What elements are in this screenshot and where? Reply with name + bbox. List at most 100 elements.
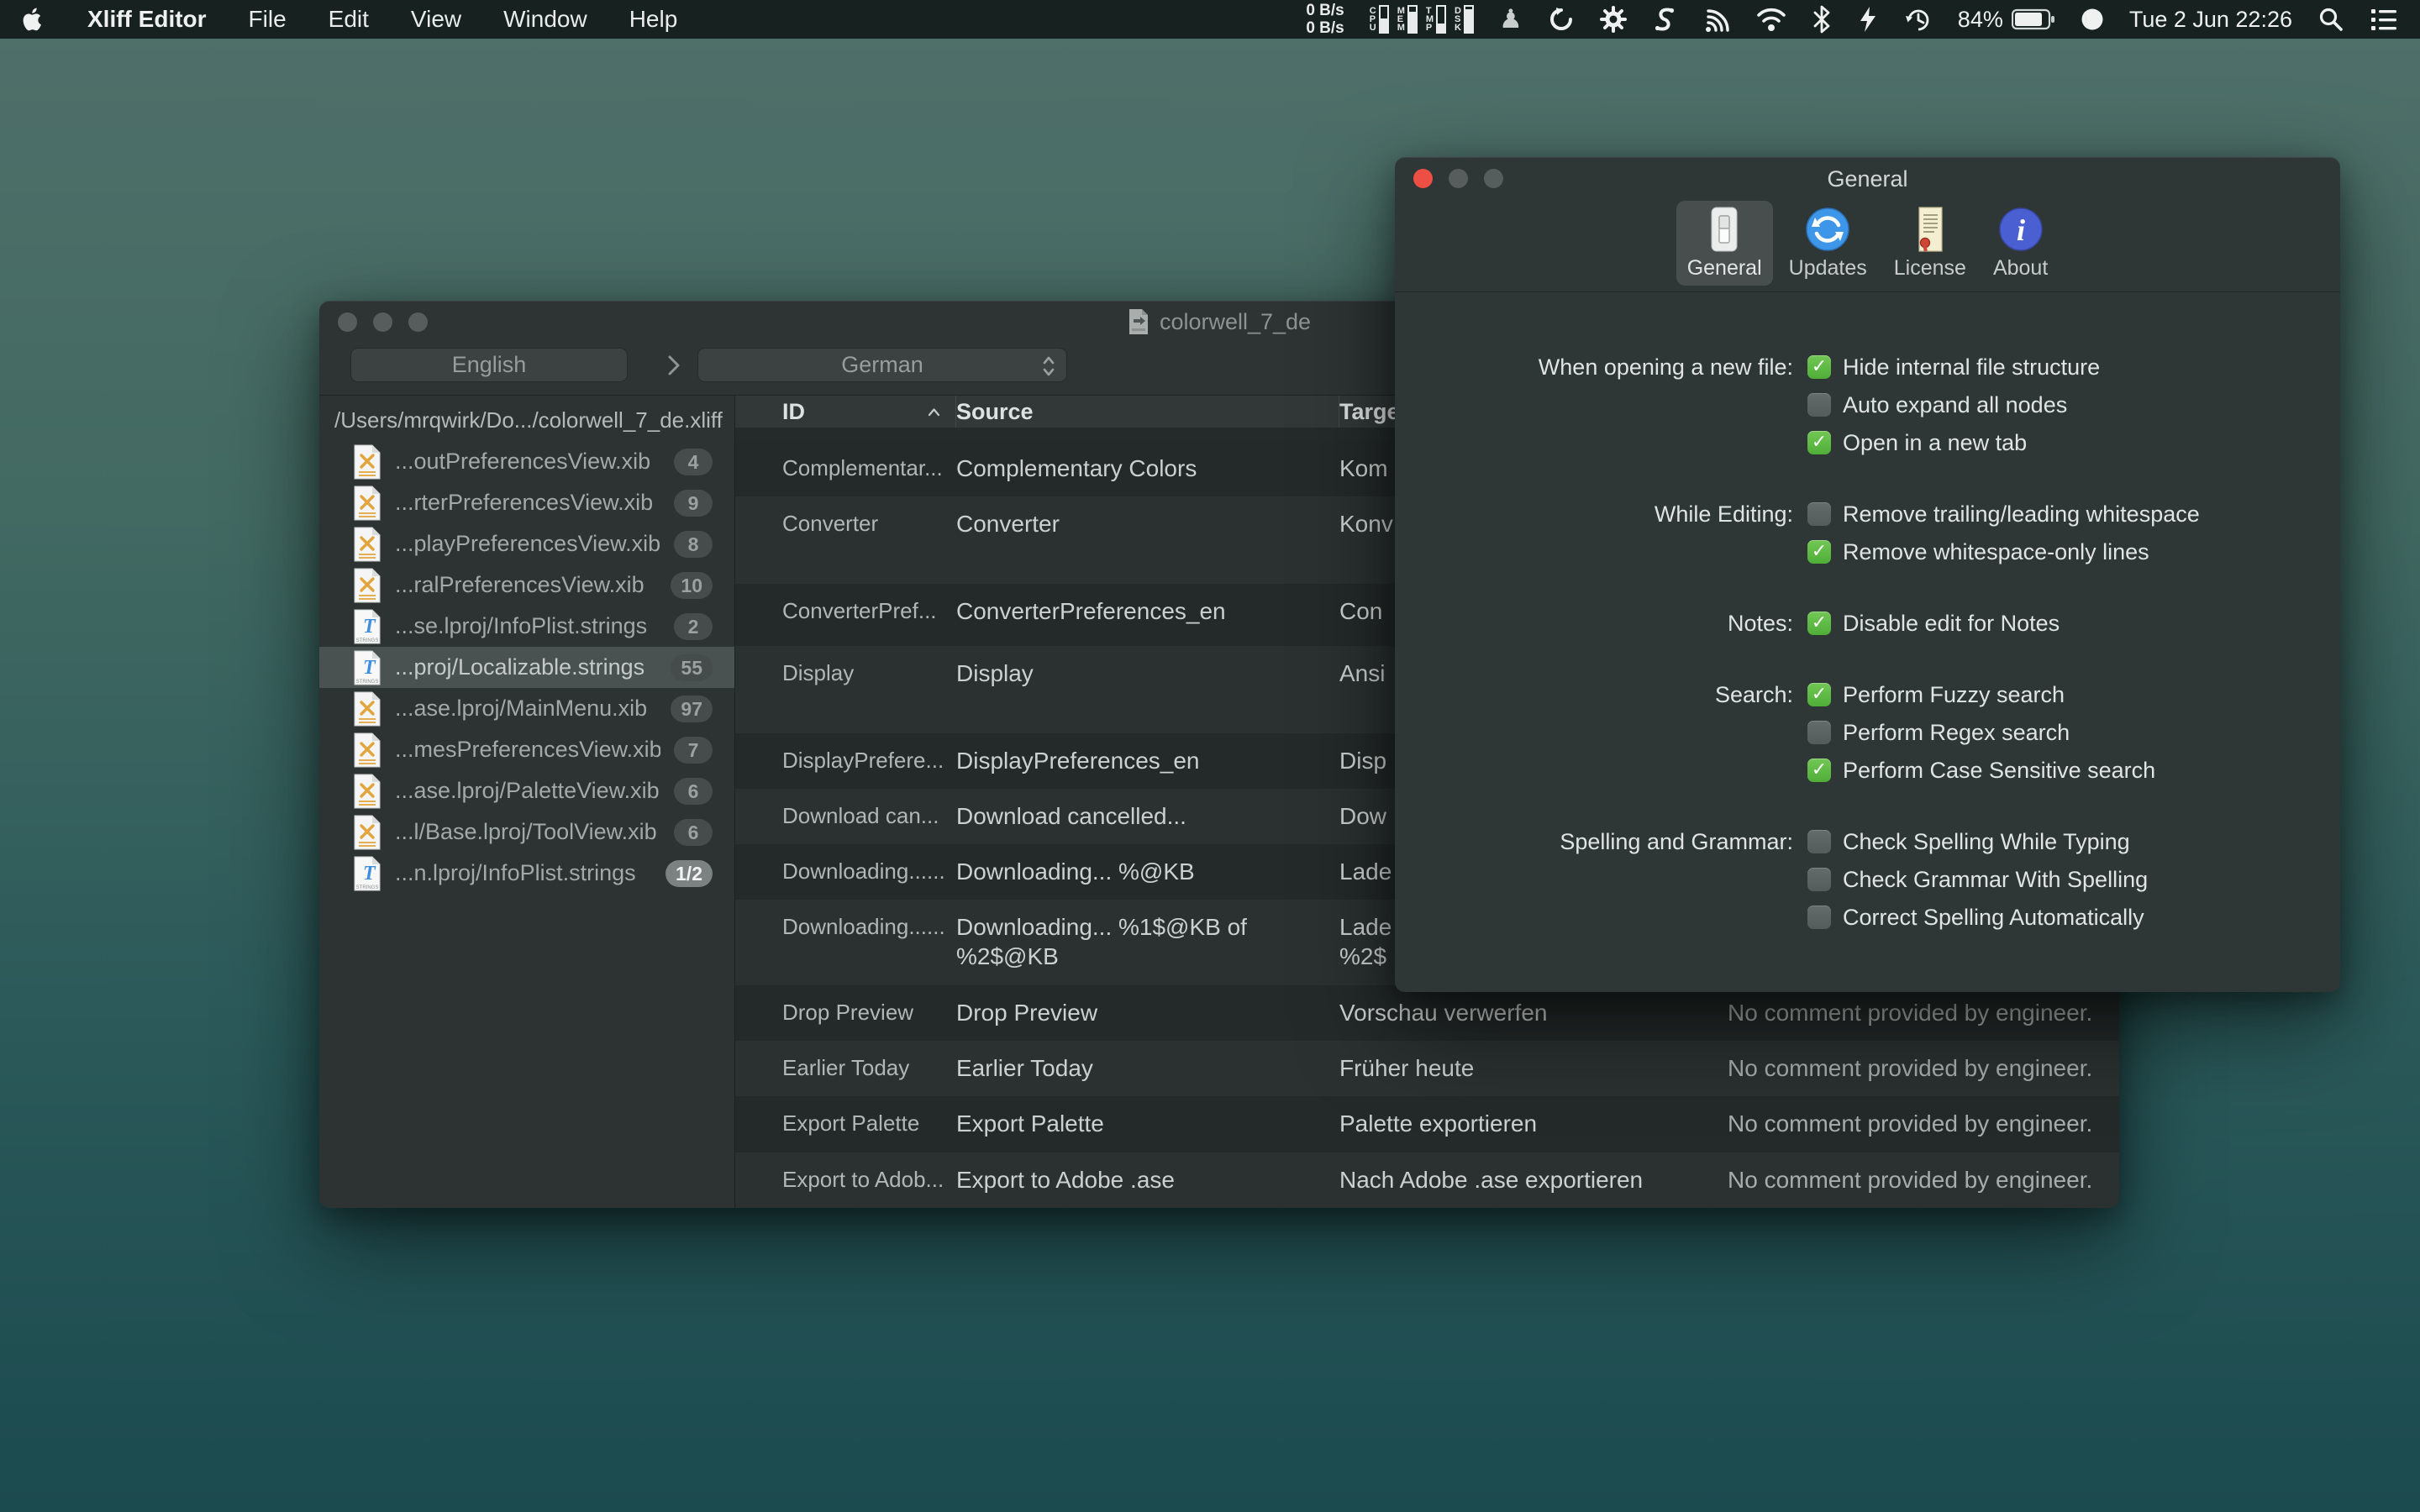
menubar-menu-view[interactable]: View — [411, 6, 461, 33]
preference-checkbox-row[interactable]: ✓ Disable edit for Notes — [1807, 612, 2060, 635]
preference-checkbox-row[interactable]: ✓ Perform Fuzzy search — [1807, 683, 2155, 706]
signal-arcs-icon[interactable] — [1702, 6, 1731, 33]
file-list-item[interactable]: ...rterPreferencesView.xib 9 — [319, 482, 734, 523]
untranslated-count-badge: 10 — [671, 571, 713, 599]
wifi-icon[interactable] — [1756, 7, 1786, 32]
file-list-item[interactable]: T STRINGS ...proj/Localizable.strings 55 — [319, 647, 734, 688]
file-list-item[interactable]: T STRINGS ...n.lproj/InfoPlist.strings 1/2 — [319, 853, 734, 894]
updates-icon — [1805, 207, 1850, 252]
notification-center-icon[interactable] — [2370, 7, 2398, 32]
checkmark-icon: ✓ — [1811, 759, 1828, 780]
row-source-cell: Complementary Colors — [956, 455, 1197, 481]
checkbox-unchecked[interactable] — [1807, 393, 1831, 417]
preference-checkbox-row[interactable]: ✓ Open in a new tab — [1807, 431, 2100, 454]
table-row[interactable]: Export Palette Export Palette Palette expo… — [735, 1096, 2119, 1152]
preferences-tab-label: About — [1992, 256, 2049, 280]
system-meters-indicator[interactable]: CPU MEM TMP DSK — [1370, 5, 1474, 34]
menubar-menu-window[interactable]: Window — [503, 6, 587, 33]
preference-group-label: Spelling and Grammar: — [1560, 829, 1793, 854]
checkbox-unchecked[interactable] — [1807, 868, 1831, 891]
s-curve-utility-icon[interactable] — [1652, 6, 1677, 33]
checkbox-unchecked[interactable] — [1807, 502, 1831, 526]
xib-file-icon — [353, 691, 381, 727]
preferences-tab-license[interactable]: License — [1883, 201, 1977, 286]
checkbox-checked[interactable]: ✓ — [1807, 431, 1831, 454]
document-proxy-icon[interactable] — [1128, 308, 1150, 335]
row-target-cell: Nach Adobe .ase exportieren — [1339, 1167, 1644, 1193]
file-list-item[interactable]: ...outPreferencesView.xib 4 — [319, 441, 734, 482]
menu-bar: Xliff Editor File Edit View Window Help 0 B/… — [0, 0, 2420, 39]
lightning-bolt-icon[interactable] — [1857, 5, 1879, 34]
battery-indicator[interactable]: 84% — [1958, 7, 2055, 33]
meter-mem: MEM — [1397, 5, 1418, 34]
checkmark-icon: ✓ — [1811, 540, 1828, 561]
preferences-tab-label: License — [1893, 256, 1966, 280]
checkbox-checked[interactable]: ✓ — [1807, 683, 1831, 706]
meter-tmp: TMP — [1426, 5, 1447, 34]
file-name-label: ...mesPreferencesView.xib — [395, 737, 660, 762]
language-direction-chevron-icon — [657, 348, 691, 382]
checkbox-label: Check Grammar With Spelling — [1843, 867, 2149, 892]
menubar-menu-file[interactable]: File — [249, 6, 287, 33]
row-source-cell: Downloading... %1$@KB of %2$@KB — [956, 914, 1247, 969]
checkbox-unchecked[interactable] — [1807, 830, 1831, 853]
moon-icon[interactable] — [2081, 8, 2104, 31]
preferences-tab-about[interactable]: i About — [1982, 201, 2059, 286]
bluetooth-icon[interactable] — [1812, 5, 1832, 34]
file-list-item[interactable]: ...l/Base.lproj/ToolView.xib 6 — [319, 811, 734, 853]
column-header-id[interactable]: ID — [782, 396, 956, 428]
column-header-source[interactable]: Source — [956, 396, 1339, 428]
preference-checkbox-row[interactable]: Perform Regex search — [1807, 721, 2155, 744]
file-list-item[interactable]: ...ase.lproj/MainMenu.xib 97 — [319, 688, 734, 729]
preferences-tab-updates[interactable]: Updates — [1778, 201, 1878, 286]
file-list-item[interactable]: ...ase.lproj/PaletteView.xib 6 — [319, 770, 734, 811]
preference-checkbox-row[interactable]: ✓ Perform Case Sensitive search — [1807, 759, 2155, 782]
row-comment-cell: No comment provided by engineer. — [1728, 1110, 2093, 1137]
preference-checkbox-row[interactable]: Check Spelling While Typing — [1807, 830, 2148, 853]
checkbox-label: Remove whitespace-only lines — [1843, 539, 2149, 564]
file-name-label: ...n.lproj/InfoPlist.strings — [395, 860, 636, 885]
checkmark-icon: ✓ — [1811, 355, 1828, 376]
file-list-item[interactable]: ...ralPreferencesView.xib 10 — [319, 564, 734, 606]
apple-menu-icon[interactable] — [22, 6, 45, 33]
spotlight-search-icon[interactable] — [2317, 6, 2344, 33]
preference-checkbox-row[interactable]: Check Grammar With Spelling — [1807, 868, 2148, 891]
checkbox-unchecked[interactable] — [1807, 721, 1831, 744]
user-pawn-icon[interactable]: ♟ — [1499, 6, 1523, 33]
target-language-popup[interactable]: German — [697, 348, 1067, 382]
row-id-cell: Drop Preview — [782, 1000, 914, 1025]
checkbox-checked[interactable]: ✓ — [1807, 540, 1831, 564]
preference-checkbox-row[interactable]: Remove trailing/leading whitespace — [1807, 502, 2200, 526]
menubar-menu-edit[interactable]: Edit — [329, 6, 369, 33]
source-language-button[interactable]: English — [350, 348, 628, 382]
table-row[interactable]: Drop Preview Drop Preview Vorschau verwerf… — [735, 985, 2119, 1041]
checkbox-checked[interactable]: ✓ — [1807, 355, 1831, 379]
table-row[interactable]: Export to Adob... Export to Adobe .ase Nac… — [735, 1152, 2119, 1208]
checkbox-checked[interactable]: ✓ — [1807, 759, 1831, 782]
network-throughput-indicator[interactable]: 0 B/s 0 B/s — [1306, 2, 1344, 37]
untranslated-count-badge: 55 — [671, 654, 713, 681]
checkbox-label: Auto expand all nodes — [1843, 392, 2068, 417]
row-id-cell: DisplayPrefere... — [782, 748, 944, 773]
file-list-item[interactable]: T STRINGS ...se.lproj/InfoPlist.strings 2 — [319, 606, 734, 647]
checkmark-icon: ✓ — [1811, 612, 1828, 633]
menubar-menu-help[interactable]: Help — [629, 6, 678, 33]
table-row[interactable]: Earlier Today Earlier Today Früher heute No… — [735, 1041, 2119, 1096]
preferences-tab-general[interactable]: General — [1676, 201, 1773, 286]
file-list-item[interactable]: ...mesPreferencesView.xib 7 — [319, 729, 734, 770]
gear-icon[interactable] — [1599, 6, 1627, 33]
preference-checkbox-row[interactable]: ✓ Remove whitespace-only lines — [1807, 540, 2200, 564]
checkbox-label: Remove trailing/leading whitespace — [1843, 501, 2200, 527]
preference-group: Spelling and Grammar: Check Spelling Whil… — [1395, 830, 2340, 929]
checkbox-checked[interactable]: ✓ — [1807, 612, 1831, 635]
menubar-clock[interactable]: Tue 2 Jun 22:26 — [2129, 7, 2292, 33]
preference-checkbox-row[interactable]: Auto expand all nodes — [1807, 393, 2100, 417]
preference-checkbox-row[interactable]: ✓ Hide internal file structure — [1807, 355, 2100, 379]
time-machine-icon[interactable] — [1904, 5, 1933, 34]
preference-checkbox-row[interactable]: Correct Spelling Automatically — [1807, 906, 2148, 929]
menubar-app-name[interactable]: Xliff Editor — [87, 6, 207, 33]
file-list-item[interactable]: ...playPreferencesView.xib 8 — [319, 523, 734, 564]
checkbox-unchecked[interactable] — [1807, 906, 1831, 929]
row-comment-cell: No comment provided by engineer. — [1728, 1055, 2093, 1081]
sync-refresh-icon[interactable] — [1548, 6, 1575, 33]
